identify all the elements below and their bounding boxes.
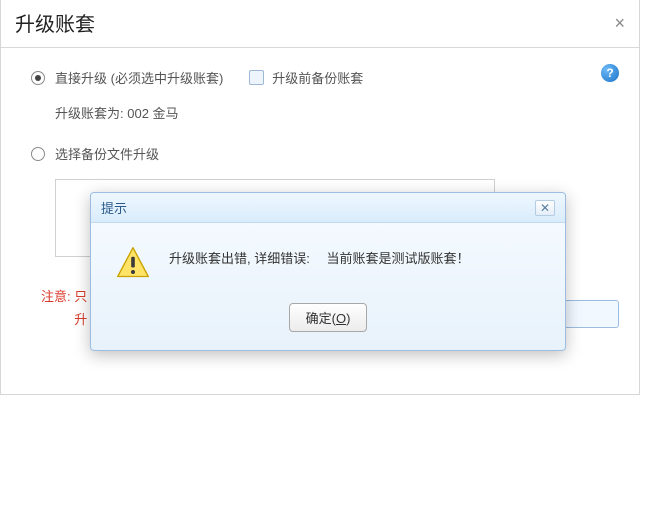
upgrade-target-prefix: 升级账套为: — [55, 106, 124, 121]
dialog-body: 升级账套出错, 详细错误: 当前账套是测试版账套！ — [91, 223, 565, 291]
ok-hotkey: O — [336, 311, 346, 326]
label-direct-upgrade: 直接升级 (必须选中升级账套) — [55, 68, 223, 87]
close-icon[interactable]: × — [614, 14, 625, 32]
ok-button[interactable]: 确定(O) — [289, 303, 368, 332]
window-title: 升级账套 — [15, 8, 95, 37]
dialog-close-button[interactable]: ✕ — [535, 200, 555, 216]
window-title-bar: 升级账套 × — [1, 0, 639, 48]
ok-label-suffix: ) — [346, 311, 350, 326]
dialog-title: 提示 — [101, 198, 127, 217]
help-icon[interactable]: ? — [601, 64, 619, 82]
dialog-footer: 确定(O) — [91, 291, 565, 350]
note-line2: 升 — [74, 312, 87, 327]
warning-icon — [115, 245, 151, 281]
upgrade-target-value: 002 金马 — [127, 106, 178, 121]
dialog-title-bar: 提示 ✕ — [91, 193, 565, 223]
label-from-backup: 选择备份文件升级 — [55, 144, 159, 163]
radio-direct-upgrade[interactable] — [31, 71, 45, 85]
option-from-backup-row: 选择备份文件升级 — [31, 144, 609, 163]
upgrade-target-line: 升级账套为: 002 金马 — [55, 103, 609, 122]
dialog-message: 升级账套出错, 详细错误: 当前账套是测试版账套！ — [169, 245, 469, 270]
checkbox-backup-before[interactable] — [249, 70, 264, 85]
option-direct-upgrade-row: 直接升级 (必须选中升级账套) 升级前备份账套 — [31, 68, 609, 87]
note-line1: 只 — [74, 289, 87, 304]
label-backup-before: 升级前备份账套 — [272, 68, 363, 87]
message-dialog: 提示 ✕ 升级账套出错, 详细错误: 当前账套是测试版账套！ 确定(O) — [90, 192, 566, 351]
note-label: 注意: — [41, 289, 71, 304]
ok-label-prefix: 确定( — [306, 311, 336, 326]
radio-from-backup[interactable] — [31, 147, 45, 161]
